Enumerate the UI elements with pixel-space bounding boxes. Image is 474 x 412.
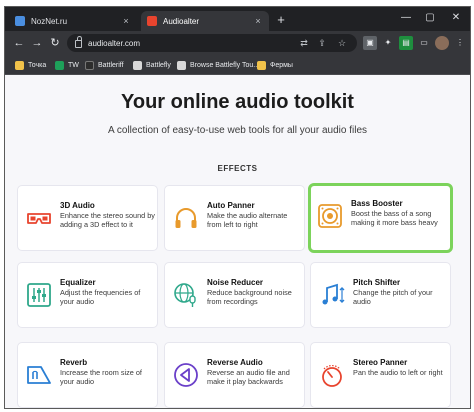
share-icon[interactable]: ⇪ bbox=[315, 36, 329, 50]
tab-strip: NozNet.ru × Audioalter × + — ▢ ✕ bbox=[5, 7, 470, 31]
tw-favicon-icon bbox=[55, 60, 64, 70]
tool-title: Bass Booster bbox=[351, 199, 403, 208]
bookmark-star-icon[interactable]: ☆ bbox=[335, 36, 349, 50]
tool-card-pitch-shifter[interactable]: Pitch Shifter Change the pitch of your a… bbox=[310, 262, 451, 328]
browser-window: NozNet.ru × Audioalter × + — ▢ ✕ ← → ↻ a… bbox=[4, 6, 471, 409]
tool-description: Boost the bass of a song making it more … bbox=[351, 209, 438, 228]
tool-card-reverb[interactable]: Reverb Increase the room size of your au… bbox=[17, 342, 158, 408]
address-url: audioalter.com bbox=[88, 38, 141, 48]
audioalter-favicon-icon bbox=[147, 16, 157, 26]
bookmarks-bar: Точка TW Battleriff Battlefly Browse Bat… bbox=[5, 55, 470, 75]
close-tab-icon[interactable]: × bbox=[253, 16, 263, 26]
back-arrow-icon[interactable]: ← bbox=[11, 35, 27, 51]
address-bar[interactable]: audioalter.com ⇄ ⇪ ☆ bbox=[67, 34, 357, 52]
globe-microphone-icon bbox=[174, 283, 196, 307]
bookmark-label: Browse Battlefly Tou... bbox=[190, 61, 260, 69]
tool-title: Reverse Audio bbox=[207, 358, 263, 367]
bookmark-item[interactable]: Точка bbox=[15, 58, 46, 72]
tool-card-bass-booster[interactable]: Bass Booster Boost the bass of a song ma… bbox=[308, 183, 453, 253]
menu-dots-icon[interactable]: ⋮ bbox=[453, 36, 467, 50]
page-title: Your online audio toolkit bbox=[121, 91, 354, 113]
bookmark-item[interactable]: TW bbox=[55, 58, 79, 72]
bookmark-label: TW bbox=[68, 61, 79, 69]
navigation-bar: ← → ↻ audioalter.com ⇄ ⇪ ☆ ▣ ✦ ▤ ▭ ⋮ bbox=[5, 31, 470, 55]
reload-icon[interactable]: ↻ bbox=[47, 35, 63, 51]
bookmark-item[interactable]: Battleriff bbox=[85, 58, 124, 72]
forward-arrow-icon[interactable]: → bbox=[29, 35, 45, 51]
tool-card-auto-panner[interactable]: Auto Panner Make the audio alternate fro… bbox=[164, 185, 305, 251]
bookmark-label: Battleriff bbox=[98, 61, 124, 69]
extension-icon[interactable]: ▣ bbox=[363, 36, 377, 50]
bookmark-item[interactable]: Browse Battlefly Tou... bbox=[177, 58, 259, 72]
headphones-icon bbox=[175, 208, 197, 228]
bookmark-label: Точка bbox=[28, 61, 47, 69]
noznet-favicon-icon bbox=[15, 16, 25, 26]
folder-icon bbox=[15, 60, 24, 70]
tool-title: Equalizer bbox=[60, 278, 96, 287]
tool-description: Make the audio alternate from left to ri… bbox=[207, 211, 288, 230]
battlefly-favicon-icon bbox=[133, 60, 142, 70]
reverb-icon bbox=[27, 366, 51, 384]
extension-puzzle-icon[interactable]: ✦ bbox=[381, 36, 395, 50]
tool-card-noise-reducer[interactable]: Noise Reducer Reduce background noise fr… bbox=[164, 262, 305, 328]
reverse-play-icon bbox=[174, 363, 198, 387]
tool-title: Auto Panner bbox=[207, 201, 255, 210]
tool-title: Pitch Shifter bbox=[353, 278, 401, 287]
tool-title: 3D Audio bbox=[60, 201, 95, 210]
tool-description: Reduce background noise from recordings bbox=[207, 288, 292, 307]
battlefly-favicon-icon bbox=[177, 60, 186, 70]
tool-description: Enhance the stereo sound by adding a 3D … bbox=[60, 211, 155, 230]
tab-noznet[interactable]: NozNet.ru × bbox=[9, 11, 137, 31]
3d-glasses-icon bbox=[27, 213, 51, 224]
tool-title: Reverb bbox=[60, 358, 88, 367]
minimize-button[interactable]: — bbox=[397, 10, 415, 26]
tab-audioalter[interactable]: Audioalter × bbox=[141, 11, 269, 31]
tool-description: Change the pitch of your audio bbox=[353, 288, 433, 307]
bookmark-label: Battlefly bbox=[146, 61, 171, 69]
tool-card-3d-audio[interactable]: 3D Audio Enhance the stereo sound by add… bbox=[17, 185, 158, 251]
tool-title: Noise Reducer bbox=[207, 278, 264, 287]
folder-icon bbox=[257, 60, 266, 70]
tool-description: Adjust the frequencies of your audio bbox=[60, 288, 141, 307]
bookmark-item[interactable]: Battlefly bbox=[133, 58, 171, 72]
knob-icon bbox=[322, 365, 342, 387]
tab-label: Audioalter bbox=[163, 16, 200, 26]
bookmark-item[interactable]: Фермы bbox=[257, 58, 293, 72]
close-window-button[interactable]: ✕ bbox=[447, 10, 465, 26]
new-tab-button[interactable]: + bbox=[273, 12, 289, 28]
tool-card-stereo-panner[interactable]: Stereo Panner Pan the audio to left or r… bbox=[310, 342, 451, 408]
tab-label: NozNet.ru bbox=[31, 16, 68, 26]
lock-icon bbox=[75, 36, 82, 48]
extension-green-icon[interactable]: ▤ bbox=[399, 36, 413, 50]
maximize-button[interactable]: ▢ bbox=[421, 10, 439, 26]
music-notes-icon bbox=[322, 283, 345, 305]
tool-description: Increase the room size of your audio bbox=[60, 368, 142, 387]
speaker-icon bbox=[318, 204, 342, 228]
page-content: Your online audio toolkit A collection o… bbox=[5, 76, 470, 408]
battleriff-favicon-icon bbox=[85, 60, 94, 70]
tool-title: Stereo Panner bbox=[353, 358, 408, 367]
profile-avatar-icon[interactable] bbox=[435, 36, 449, 50]
section-title: EFFECTS bbox=[217, 164, 258, 173]
tool-description: Pan the audio to left or right bbox=[353, 368, 443, 377]
equalizer-icon bbox=[27, 283, 51, 307]
page-subtitle: A collection of easy-to-use web tools fo… bbox=[107, 125, 368, 136]
bookmark-label: Фермы bbox=[270, 61, 293, 69]
translate-icon[interactable]: ⇄ bbox=[297, 36, 311, 50]
tool-card-reverse-audio[interactable]: Reverse Audio Reverse an audio file and … bbox=[164, 342, 305, 408]
tool-description: Reverse an audio file and make it play b… bbox=[207, 368, 290, 387]
sidebar-icon[interactable]: ▭ bbox=[417, 36, 431, 50]
close-tab-icon[interactable]: × bbox=[121, 16, 131, 26]
tool-card-equalizer[interactable]: Equalizer Adjust the frequencies of your… bbox=[17, 262, 158, 328]
